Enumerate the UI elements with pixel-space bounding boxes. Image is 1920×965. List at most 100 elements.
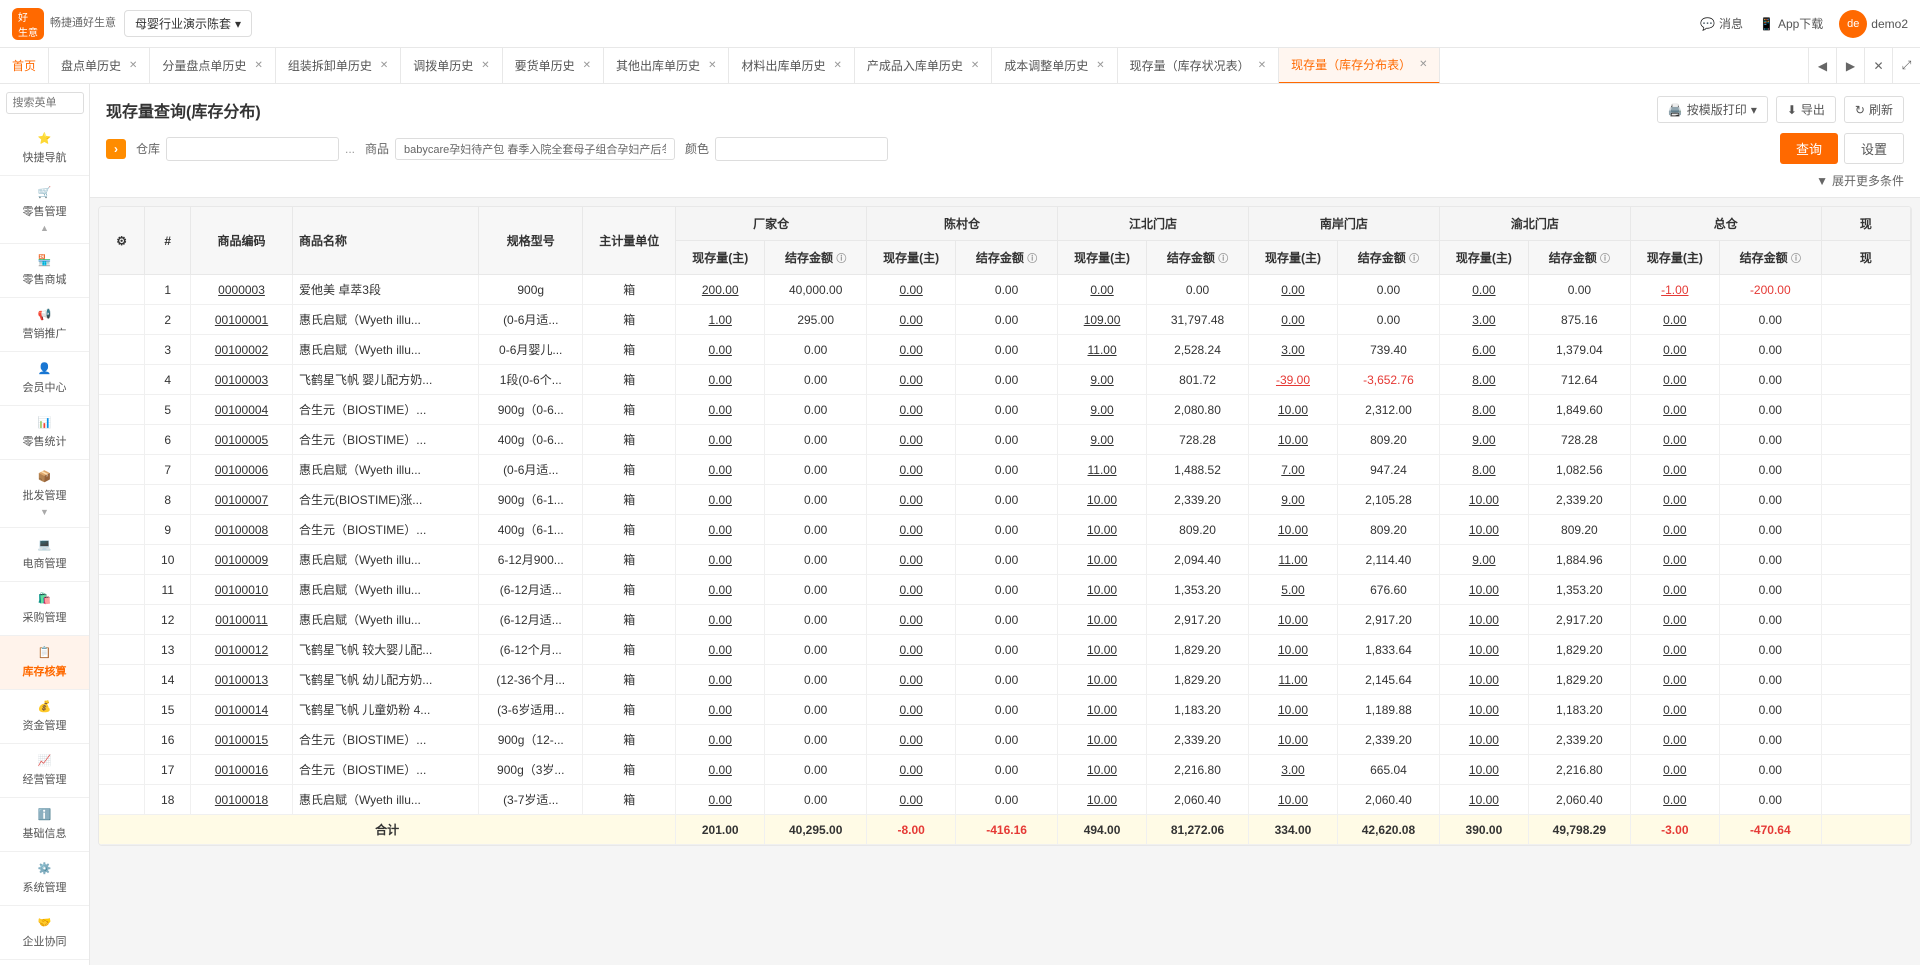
table-row: 1100100010惠氏启赋（Wyeth illu...(6-12月适...箱0… <box>99 575 1911 605</box>
print-btn[interactable]: 🖨️ 按模版打印 ▾ <box>1657 96 1768 123</box>
sidebar-item-finance[interactable]: 💰 资金管理 <box>0 690 89 744</box>
close-icon[interactable]: ✕ <box>380 60 388 71</box>
th-na-qty: 现存量(主) <box>1248 241 1337 275</box>
close-icon[interactable]: ✕ <box>583 60 591 71</box>
tab-stock-dist[interactable]: 现存量（库存分布表） ✕ <box>1279 48 1440 84</box>
sidebar-item-member[interactable]: 👤 会员中心 <box>0 352 89 406</box>
system-label: 系统管理 <box>23 879 67 895</box>
print-icon: 🖨️ <box>1668 103 1683 117</box>
table-row: 1600100015合生元（BIOSTIME）...900g（12-...箱0.… <box>99 725 1911 755</box>
retail-icon: 🛒 <box>38 186 52 199</box>
tab-stock-status[interactable]: 现存量（库存状况表） ✕ <box>1118 48 1279 84</box>
tab-partial-check[interactable]: 分量盘点单历史 ✕ <box>150 48 275 84</box>
tab-label: 调拨单历史 <box>413 57 473 74</box>
system-icon: ⚙️ <box>38 862 52 875</box>
th-name: 商品名称 <box>292 207 478 275</box>
search-input[interactable] <box>6 92 84 114</box>
message-label: 消息 <box>1719 15 1743 32</box>
refresh-btn[interactable]: ↻ 刷新 <box>1844 96 1904 123</box>
close-icon[interactable]: ✕ <box>1258 60 1266 71</box>
color-input[interactable] <box>715 137 888 161</box>
print-label: 按模版打印 <box>1687 101 1747 118</box>
sidebar-item-basic[interactable]: ℹ️ 基础信息 <box>0 798 89 852</box>
nav-tabs: 首页 盘点单历史 ✕ 分量盘点单历史 ✕ 组装拆卸单历史 ✕ 调拨单历史 ✕ 要… <box>0 48 1920 84</box>
sidebar-item-quicknav[interactable]: ⭐ 快捷导航 <box>0 122 89 176</box>
th-total-amt: 结存金额 ⓘ <box>1719 241 1821 275</box>
tab-other-out[interactable]: 其他出库单历史 ✕ <box>604 48 729 84</box>
warehouse-label: 仓库 <box>136 140 160 157</box>
th-total-qty: 现存量(主) <box>1630 241 1719 275</box>
filter-toggle-btn[interactable]: › <box>106 139 126 159</box>
data-table: ⚙ # 商品编码 商品名称 规格型号 主计量单位 厂家仓 陈村仓 江北门店 南岸… <box>98 206 1912 846</box>
tab-inventory-check[interactable]: 盘点单历史 ✕ <box>49 48 150 84</box>
th-yb-amt: 结存金额 ⓘ <box>1528 241 1630 275</box>
close-icon[interactable]: ✕ <box>481 60 489 71</box>
goods-input[interactable] <box>395 138 675 160</box>
warehouse-dots[interactable]: ... <box>345 142 355 156</box>
sidebar-item-system[interactable]: ⚙️ 系统管理 <box>0 852 89 906</box>
table-row: 1400100013飞鹤星飞帆 幼儿配方奶...(12-36个月...箱0.00… <box>99 665 1911 695</box>
tab-prev-btn[interactable]: ◀ <box>1808 48 1836 84</box>
message-btn[interactable]: 💬 消息 <box>1700 15 1743 32</box>
sidebar-item-operations[interactable]: 📈 经营管理 <box>0 744 89 798</box>
export-btn[interactable]: ⬇ 导出 <box>1776 96 1836 123</box>
gear-icon[interactable]: ⚙ <box>116 234 127 248</box>
sidebar-item-retail-stats[interactable]: 📊 零售统计 <box>0 406 89 460</box>
close-icon[interactable]: ✕ <box>833 60 841 71</box>
tab-home[interactable]: 首页 <box>0 48 49 84</box>
sidebar-item-purchase[interactable]: 🛍️ 采购管理 <box>0 582 89 636</box>
operations-label: 经营管理 <box>23 771 67 787</box>
table-row: 300100002惠氏启赋（Wyeth illu...0-6月婴儿...箱0.0… <box>99 335 1911 365</box>
query-button[interactable]: 查询 <box>1780 133 1838 164</box>
expand-label: 展开更多条件 <box>1832 172 1904 189</box>
tab-cost-adjust[interactable]: 成本调整单历史 ✕ <box>992 48 1117 84</box>
th-gear: ⚙ <box>99 207 145 275</box>
logo-icon: 好生意 <box>12 8 44 40</box>
th-yb-qty: 现存量(主) <box>1439 241 1528 275</box>
close-icon[interactable]: ✕ <box>708 60 716 71</box>
sidebar-item-marketing[interactable]: 📢 营销推广 <box>0 298 89 352</box>
close-icon[interactable]: ✕ <box>1096 60 1104 71</box>
warehouse-filter: 仓库 ... <box>136 137 355 161</box>
close-icon[interactable]: ✕ <box>971 60 979 71</box>
expand-more-btn[interactable]: ▼ 展开更多条件 <box>1816 172 1904 189</box>
tab-next-btn[interactable]: ▶ <box>1836 48 1864 84</box>
tab-assembly[interactable]: 组装拆卸单历史 ✕ <box>276 48 401 84</box>
tab-label: 盘点单历史 <box>61 57 121 74</box>
app-download-btn[interactable]: 📱 App下载 <box>1759 15 1823 32</box>
brand-selector[interactable]: 母婴行业演示陈套 ▾ <box>124 10 252 37</box>
tab-label: 分量盘点单历史 <box>162 57 246 74</box>
sidebar-item-wholesale[interactable]: 📦 批发管理 ▼ <box>0 460 89 528</box>
tab-requisition[interactable]: 要货单历史 ✕ <box>503 48 604 84</box>
top-bar-right: 💬 消息 📱 App下载 de demo2 <box>1700 10 1908 38</box>
sidebar-item-mall[interactable]: 🏪 零售商城 <box>0 244 89 298</box>
tab-material-out[interactable]: 材料出库单历史 ✕ <box>729 48 854 84</box>
tab-product-in[interactable]: 产成品入库单历史 ✕ <box>855 48 992 84</box>
sidebar-item-collab[interactable]: 🤝 企业协同 <box>0 906 89 960</box>
tab-label: 现存量（库存分布表） <box>1291 56 1411 73</box>
nav-tab-controls: ◀ ▶ ✕ ⤢ <box>1808 48 1920 84</box>
goods-filter: 商品 <box>365 138 675 160</box>
th-spec: 规格型号 <box>479 207 583 275</box>
close-icon[interactable]: ✕ <box>129 60 137 71</box>
close-icon[interactable]: ✕ <box>1419 59 1427 70</box>
quicknav-label: 快捷导航 <box>23 149 67 165</box>
sidebar-item-ecommerce[interactable]: 💻 电商管理 <box>0 528 89 582</box>
sidebar-search <box>0 84 89 122</box>
warehouse-input[interactable] <box>166 137 339 161</box>
tab-close-all-btn[interactable]: ✕ <box>1864 48 1892 84</box>
page-title: 现存量查询(库存分布) <box>106 98 261 122</box>
table-row: 1800100018惠氏启赋（Wyeth illu...(3-7岁适...箱0.… <box>99 785 1911 815</box>
sidebar-item-guide[interactable]: 🎯 新手引导 <box>0 960 89 965</box>
close-icon[interactable]: ✕ <box>254 60 262 71</box>
tab-expand-btn[interactable]: ⤢ <box>1892 48 1920 84</box>
settings-button[interactable]: 设置 <box>1844 133 1904 164</box>
tab-transfer[interactable]: 调拨单历史 ✕ <box>401 48 502 84</box>
user-area[interactable]: de demo2 <box>1839 10 1908 38</box>
sidebar-item-inventory[interactable]: 📋 库存核算 <box>0 636 89 690</box>
tab-label: 现存量（库存状况表） <box>1130 57 1250 74</box>
th-no: # <box>145 207 191 275</box>
table-row: 10000003爱他美 卓萃3段900g箱200.0040,000.000.00… <box>99 275 1911 305</box>
sidebar-item-retail[interactable]: 🛒 零售管理 ▲ <box>0 176 89 244</box>
mall-label: 零售商城 <box>23 271 67 287</box>
